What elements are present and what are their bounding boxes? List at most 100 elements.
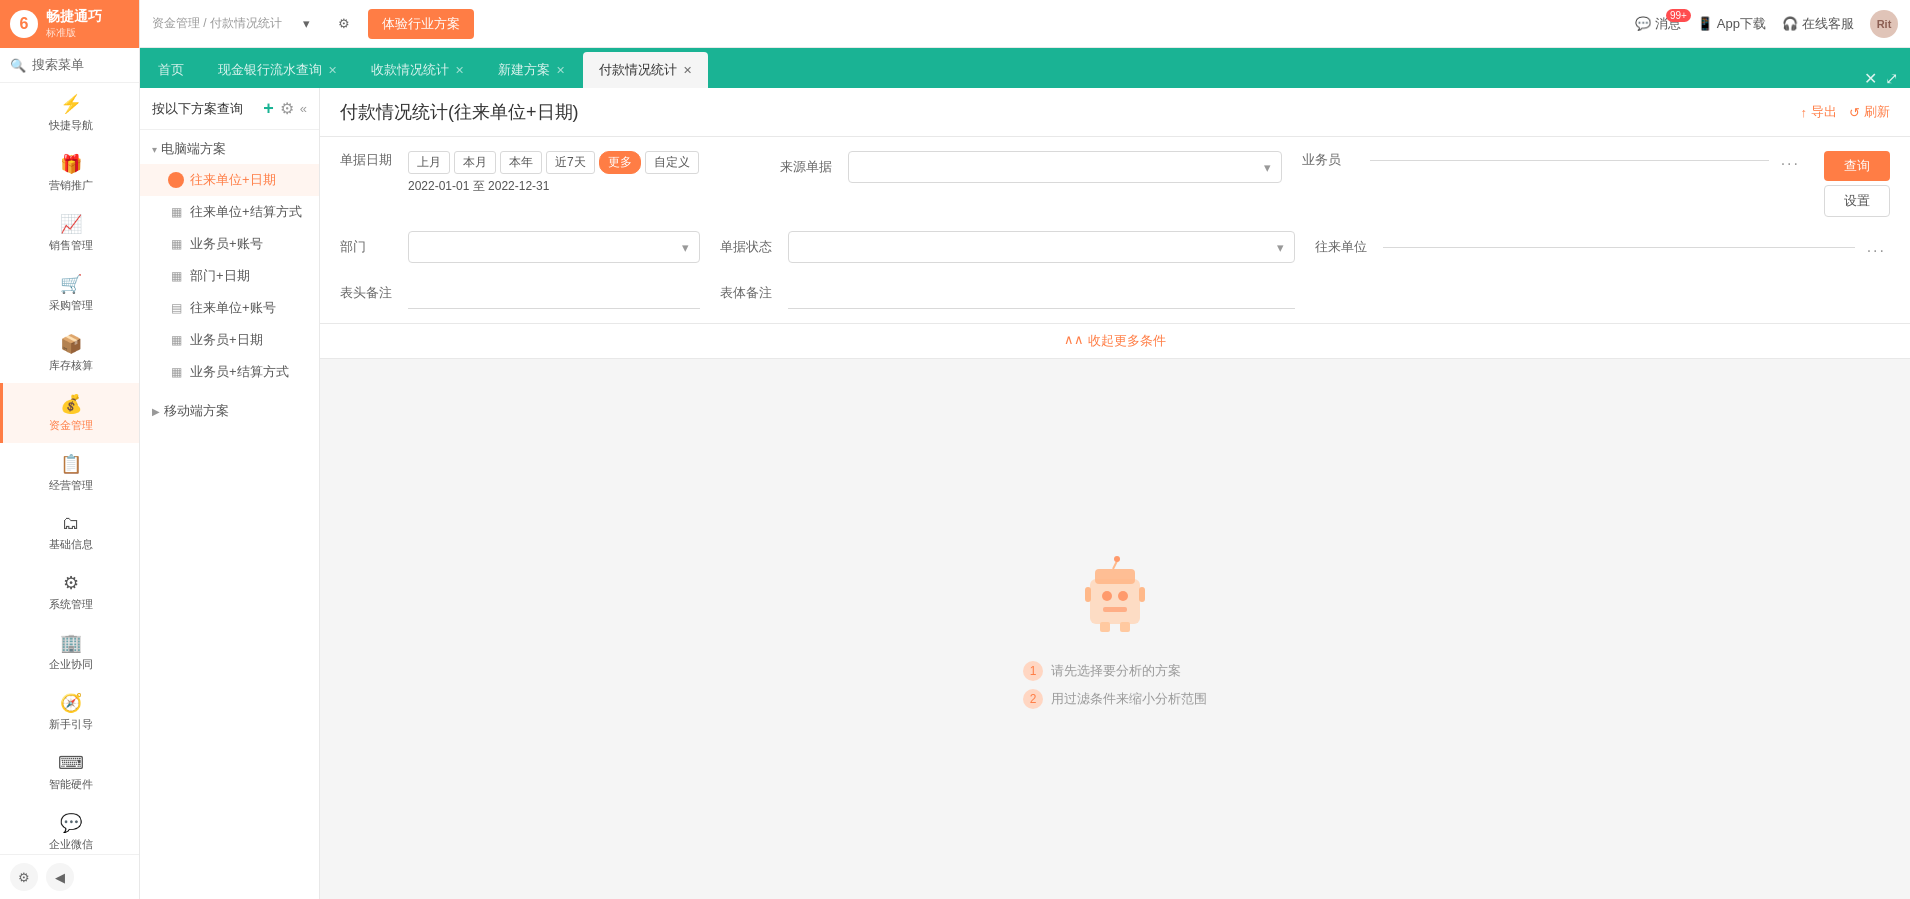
tab-home[interactable]: 首页 — [142, 52, 200, 88]
filter-row-1: 单据日期 上月 本月 本年 近7天 更多 自定义 2022-01-01 至 20… — [340, 151, 1890, 217]
basics-icon: 🗂 — [62, 513, 80, 534]
date-btn-more[interactable]: 更多 — [599, 151, 641, 174]
source-control: ▾ — [848, 151, 1282, 183]
tab-payment[interactable]: 付款情况统计 ✕ — [583, 52, 708, 88]
scheme-group-desktop-header[interactable]: ▾ 电脑端方案 — [140, 134, 319, 164]
scheme-item-staff-settle[interactable]: ▦ 业务员+结算方式 — [140, 356, 319, 388]
sidebar-item-inventory[interactable]: 📦 库存核算 — [0, 323, 139, 383]
avatar[interactable]: Rit — [1870, 10, 1898, 38]
docstatus-label: 单据状态 — [720, 238, 780, 256]
sidebar-item-operations[interactable]: 📋 经营管理 — [0, 443, 139, 503]
operations-icon: 📋 — [60, 453, 82, 475]
source-select[interactable]: ▾ — [848, 151, 1282, 183]
sidebar-item-hardware[interactable]: ⌨ 智能硬件 — [0, 742, 139, 802]
scheme-settings-button[interactable]: ⚙ — [280, 99, 294, 118]
sidebar-item-label-sales: 销售管理 — [49, 238, 93, 253]
note-header-input[interactable] — [408, 277, 700, 309]
collapse-sidebar-button[interactable]: ◀ — [46, 863, 74, 891]
sidebar-item-system[interactable]: ⚙ 系统管理 — [0, 562, 139, 622]
inventory-icon: 📦 — [60, 333, 82, 355]
tab-receipts-close[interactable]: ✕ — [455, 64, 464, 77]
sidebar-item-purchase[interactable]: 🛒 采购管理 — [0, 263, 139, 323]
refresh-button[interactable]: ↺ 刷新 — [1849, 103, 1890, 121]
tab-cashflow[interactable]: 现金银行流水查询 ✕ — [202, 52, 353, 88]
docstatus-select[interactable]: ▾ — [788, 231, 1295, 263]
query-button[interactable]: 查询 — [1824, 151, 1890, 181]
scheme-item-unit-date[interactable]: 往来单位+日期 — [140, 164, 319, 196]
settings-button-filter[interactable]: 设置 — [1824, 185, 1890, 217]
scheme-add-button[interactable]: + — [263, 98, 274, 119]
export-label: 导出 — [1811, 103, 1837, 121]
sidebar-item-label-finance: 资金管理 — [49, 418, 93, 433]
sidebar: 6 畅捷通巧 标准版 🔍 搜索菜单 ⚡ 快捷导航 🎁 营销推广 📈 销售管理 🛒… — [0, 0, 140, 899]
export-button[interactable]: ↑ 导出 — [1801, 103, 1838, 121]
sidebar-item-quick-nav[interactable]: ⚡ 快捷导航 — [0, 83, 139, 143]
tab-receipts[interactable]: 收款情况统计 ✕ — [355, 52, 480, 88]
desktop-group-arrow: ▾ — [152, 144, 157, 155]
empty-hint-1-text: 请先选择要分析的方案 — [1051, 662, 1181, 680]
scheme-item-unit-settle[interactable]: ▦ 往来单位+结算方式 — [140, 196, 319, 228]
note-body-input[interactable] — [788, 277, 1295, 309]
sidebar-item-guide[interactable]: 🧭 新手引导 — [0, 682, 139, 742]
scheme-item-staff-account[interactable]: ▦ 业务员+账号 — [140, 228, 319, 260]
sidebar-item-marketing[interactable]: 🎁 营销推广 — [0, 143, 139, 203]
logo-icon: 6 — [10, 10, 38, 38]
message-badge: 99+ — [1666, 9, 1691, 22]
topbar-gear-button[interactable]: ⚙ — [330, 10, 358, 38]
tab-cashflow-label: 现金银行流水查询 — [218, 61, 322, 79]
date-btn-this-month[interactable]: 本月 — [454, 151, 496, 174]
svg-rect-6 — [1139, 587, 1145, 602]
sidebar-item-sales[interactable]: 📈 销售管理 — [0, 203, 139, 263]
scheme-group-mobile-header[interactable]: ▶ 移动端方案 — [140, 396, 319, 426]
tab-cashflow-close[interactable]: ✕ — [328, 64, 337, 77]
note-body-label: 表体备注 — [720, 284, 780, 302]
quick-nav-icon: ⚡ — [60, 93, 82, 115]
scheme-item-dept-date[interactable]: ▦ 部门+日期 — [140, 260, 319, 292]
date-btn-this-year[interactable]: 本年 — [500, 151, 542, 174]
scheme-item-staff-settle-icon: ▦ — [168, 364, 184, 380]
collapse-bar[interactable]: ∧∧ 收起更多条件 — [320, 324, 1910, 359]
dept-select[interactable]: ▾ — [408, 231, 700, 263]
breadcrumb-dropdown[interactable]: ▾ — [292, 10, 320, 38]
partner-label: 往来单位 — [1315, 238, 1375, 256]
sidebar-item-weixin[interactable]: 💬 企业微信 — [0, 802, 139, 854]
scheme-panel-actions: + ⚙ « — [263, 98, 307, 119]
scheme-item-unit-account[interactable]: ▤ 往来单位+账号 — [140, 292, 319, 324]
scheme-panel-collapse-button[interactable]: « — [300, 101, 307, 116]
date-btn-7days[interactable]: 近7天 — [546, 151, 595, 174]
docstatus-control: ▾ — [788, 231, 1295, 263]
sidebar-item-label-quick-nav: 快捷导航 — [49, 118, 93, 133]
partner-dots-button[interactable]: ... — [1863, 238, 1890, 256]
tab-new-scheme[interactable]: 新建方案 ✕ — [482, 52, 581, 88]
close-all-tabs-button[interactable]: ✕ — [1864, 69, 1877, 88]
date-btn-last-month[interactable]: 上月 — [408, 151, 450, 174]
maximize-button[interactable]: ⤢ — [1885, 69, 1898, 88]
sidebar-item-label-purchase: 采购管理 — [49, 298, 93, 313]
online-service-button[interactable]: 🎧 在线客服 — [1782, 15, 1854, 33]
sidebar-item-label-basics: 基础信息 — [49, 537, 93, 552]
topbar: 资金管理 / 付款情况统计 ▾ ⚙ 体验行业方案 💬 消息 99+ 📱 App下… — [140, 0, 1910, 48]
empty-illustration — [1065, 549, 1165, 649]
staff-dots-button[interactable]: ... — [1777, 151, 1804, 169]
logo-sub: 标准版 — [46, 26, 102, 40]
scheme-item-unit-date-label: 往来单位+日期 — [190, 171, 276, 189]
tab-payment-close[interactable]: ✕ — [683, 64, 692, 77]
search-menu[interactable]: 🔍 搜索菜单 — [0, 48, 139, 83]
filter-row-3: 表头备注 表体备注 — [340, 277, 1890, 309]
scheme-group-mobile: ▶ 移动端方案 — [140, 392, 319, 430]
date-btn-custom[interactable]: 自定义 — [645, 151, 699, 174]
sidebar-item-enterprise[interactable]: 🏢 企业协同 — [0, 622, 139, 682]
trial-button[interactable]: 体验行业方案 — [368, 9, 474, 39]
tab-new-scheme-close[interactable]: ✕ — [556, 64, 565, 77]
note-header-control — [408, 277, 700, 309]
scheme-item-staff-date[interactable]: ▦ 业务员+日期 — [140, 324, 319, 356]
sidebar-item-finance[interactable]: 💰 资金管理 — [0, 383, 139, 443]
settings-button[interactable]: ⚙ — [10, 863, 38, 891]
scheme-item-staff-account-icon: ▦ — [168, 236, 184, 252]
svg-rect-4 — [1103, 607, 1127, 612]
sidebar-item-basics[interactable]: 🗂 基础信息 — [0, 503, 139, 562]
app-download-button[interactable]: 📱 App下载 — [1697, 15, 1766, 33]
message-button[interactable]: 💬 消息 99+ — [1635, 15, 1681, 33]
search-menu-label: 搜索菜单 — [32, 56, 84, 74]
desktop-group-label: 电脑端方案 — [161, 140, 226, 158]
